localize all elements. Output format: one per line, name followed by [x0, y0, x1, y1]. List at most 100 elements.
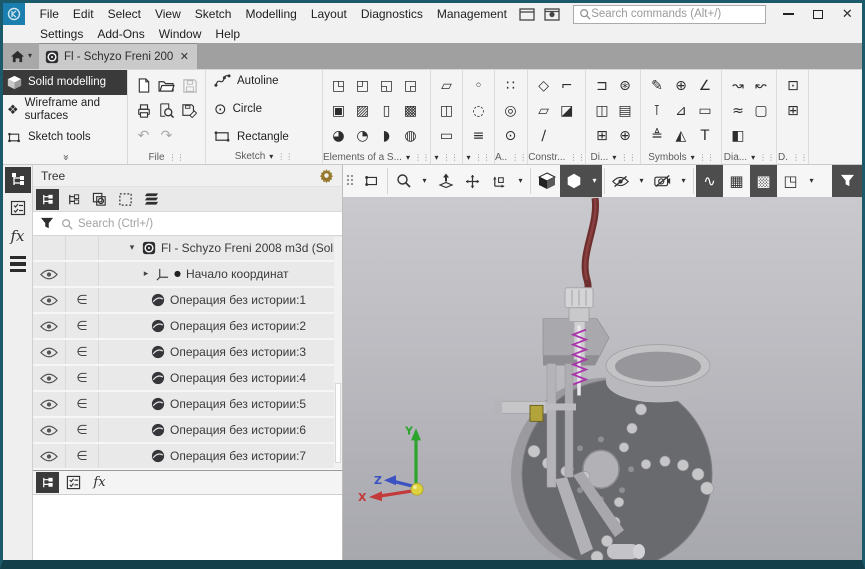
control-points-button[interactable]: ∿ [696, 165, 723, 197]
close-button[interactable]: ✕ [833, 4, 862, 24]
loft-icon[interactable]: ◲ [399, 73, 422, 98]
bottom-tab-parameters[interactable] [62, 472, 85, 493]
tree-row-operation[interactable]: ∈ Операция без истории:2 [33, 314, 342, 340]
menu-file[interactable]: File [33, 5, 66, 23]
extrude-icon[interactable]: ◳ [327, 73, 350, 98]
menu-help[interactable]: Help [208, 25, 247, 43]
toolbar-grip[interactable] [343, 165, 358, 197]
pattern-icon[interactable]: ▱ [435, 73, 458, 98]
slope-icon[interactable]: ⊿ [669, 98, 692, 123]
tree-sequence-button[interactable] [62, 189, 85, 210]
menu-panel-button[interactable] [5, 251, 31, 277]
tree-row-operation[interactable]: ∈ Операция без истории:1 [33, 288, 342, 314]
point-icon[interactable]: ◦ [467, 73, 490, 98]
datum-icon[interactable]: ⊺ [645, 98, 668, 123]
mode-sketch-tools[interactable]: Sketch tools [3, 125, 127, 150]
offset-plane-icon[interactable]: ▱ [532, 98, 555, 123]
group-grip-icon[interactable]: ⋮⋮ [414, 153, 430, 162]
array-dots-icon[interactable]: ∷ [499, 73, 522, 98]
filter-button[interactable] [33, 217, 61, 230]
group-dropdown-icon[interactable]: ▾ [269, 152, 273, 161]
deviation-icon[interactable]: ≈ [726, 98, 749, 123]
cut-loft-icon[interactable]: ▩ [399, 98, 422, 123]
grid-dim-icon[interactable]: ▤ [613, 98, 636, 123]
local-cs-icon[interactable]: ⌐ [555, 73, 578, 98]
menu-edit[interactable]: Edit [66, 5, 101, 23]
scene-3d[interactable]: Y X Z [343, 198, 862, 560]
bottom-tab-tree[interactable] [36, 472, 59, 493]
menu-select[interactable]: Select [101, 5, 148, 23]
tolerance-frame-icon[interactable]: ▭ [693, 98, 716, 123]
home-button[interactable]: ▾ [3, 43, 39, 69]
mirror-body-icon[interactable]: ◫ [435, 98, 458, 123]
window-layout-icon[interactable] [517, 6, 537, 22]
cut-extrude-icon[interactable]: ▣ [327, 98, 350, 123]
tree-row-operation[interactable]: ∈ Операция без истории:5 [33, 392, 342, 418]
tab-close-icon[interactable]: ✕ [178, 51, 191, 62]
visibility-toggle[interactable] [33, 262, 66, 286]
print-button[interactable] [132, 98, 155, 123]
cone-mark-icon[interactable]: ◭ [669, 123, 692, 148]
revolve-icon[interactable]: ◰ [351, 73, 374, 98]
gear-icon[interactable] [319, 168, 334, 183]
menu-sketch[interactable]: Sketch [188, 5, 239, 23]
group-dropdown-icon[interactable]: ▾ [406, 153, 410, 162]
visibility-toggle[interactable] [33, 418, 66, 442]
move-dropdown-icon[interactable]: ▾ [513, 165, 528, 197]
circle-button[interactable]: ⊙ Circle [210, 101, 318, 118]
open-file-button[interactable] [155, 73, 178, 98]
fillet-icon[interactable]: ◕ [327, 123, 350, 148]
menu-view[interactable]: View [148, 5, 188, 23]
print-preview-button[interactable] [155, 98, 178, 123]
orientation-cube-button[interactable] [533, 165, 560, 197]
group-grip-icon[interactable]: ⋮⋮ [442, 153, 458, 162]
command-search[interactable] [573, 4, 766, 24]
cut-sweep-icon[interactable]: ▯ [375, 98, 398, 123]
mate-icon[interactable]: ⊙ [499, 123, 522, 148]
group-grip-icon[interactable]: ⋮⋮ [699, 153, 715, 162]
collapse-modes-button[interactable]: « [3, 150, 127, 164]
roughness-icon[interactable]: ✎ [645, 73, 668, 98]
draft-icon[interactable]: ◗ [375, 123, 398, 148]
scene-settings-button[interactable]: ◳ [777, 165, 804, 197]
visibility-toggle[interactable] [33, 392, 66, 416]
group-dropdown-icon[interactable]: ▾ [466, 153, 470, 162]
menu-diagnostics[interactable]: Diagnostics [354, 5, 430, 23]
relations-button[interactable] [88, 189, 111, 210]
plane-icon[interactable]: ◇ [532, 73, 555, 98]
new-file-button[interactable] [132, 73, 155, 98]
tree-structure-button[interactable] [36, 188, 59, 210]
parameters-panel-button[interactable] [5, 195, 31, 221]
radial-dim-icon[interactable]: ⊛ [613, 73, 636, 98]
group-dropdown-icon[interactable]: ▾ [691, 153, 695, 162]
minimize-button[interactable] [774, 4, 803, 24]
move-component-button[interactable] [459, 165, 486, 197]
cut-revolve-icon[interactable]: ▨ [351, 98, 374, 123]
new-drawing-icon[interactable]: ⊡ [781, 73, 804, 98]
visibility-toggle[interactable] [33, 366, 66, 390]
leader-icon[interactable]: ∠ [693, 73, 716, 98]
autoline-button[interactable]: Autoline [210, 72, 318, 89]
visibility-toggle[interactable] [33, 288, 66, 312]
drawing-view-icon[interactable]: ⊞ [781, 98, 804, 123]
text-icon[interactable]: T [693, 123, 716, 148]
command-search-input[interactable] [591, 8, 760, 20]
tree-search-input[interactable] [73, 217, 342, 230]
menu-settings[interactable]: Settings [33, 25, 90, 43]
spline-region-icon[interactable]: ◌ [467, 98, 490, 123]
group-grip-icon[interactable]: ⋮⋮ [792, 153, 808, 162]
hide-objects-button[interactable] [607, 165, 634, 197]
selection-area-button[interactable] [114, 189, 137, 210]
tree-scrollbar[interactable] [334, 237, 342, 469]
measure-surface-icon[interactable]: ↜ [749, 73, 772, 98]
render-mode-button[interactable]: ▩ [750, 165, 777, 197]
bottom-tab-functions[interactable]: fx [88, 472, 111, 493]
grid-button[interactable]: ▦ [723, 165, 750, 197]
menu-management[interactable]: Management [430, 5, 514, 23]
measure-curve-icon[interactable]: ↝ [726, 73, 749, 98]
redo-button[interactable]: ↷ [155, 123, 178, 148]
layers-button[interactable] [140, 189, 163, 210]
group-grip-icon[interactable]: ⋮⋮ [169, 153, 185, 162]
zoom-dropdown-icon[interactable]: ▾ [417, 165, 432, 197]
scene-settings-dropdown-icon[interactable]: ▾ [804, 165, 819, 197]
